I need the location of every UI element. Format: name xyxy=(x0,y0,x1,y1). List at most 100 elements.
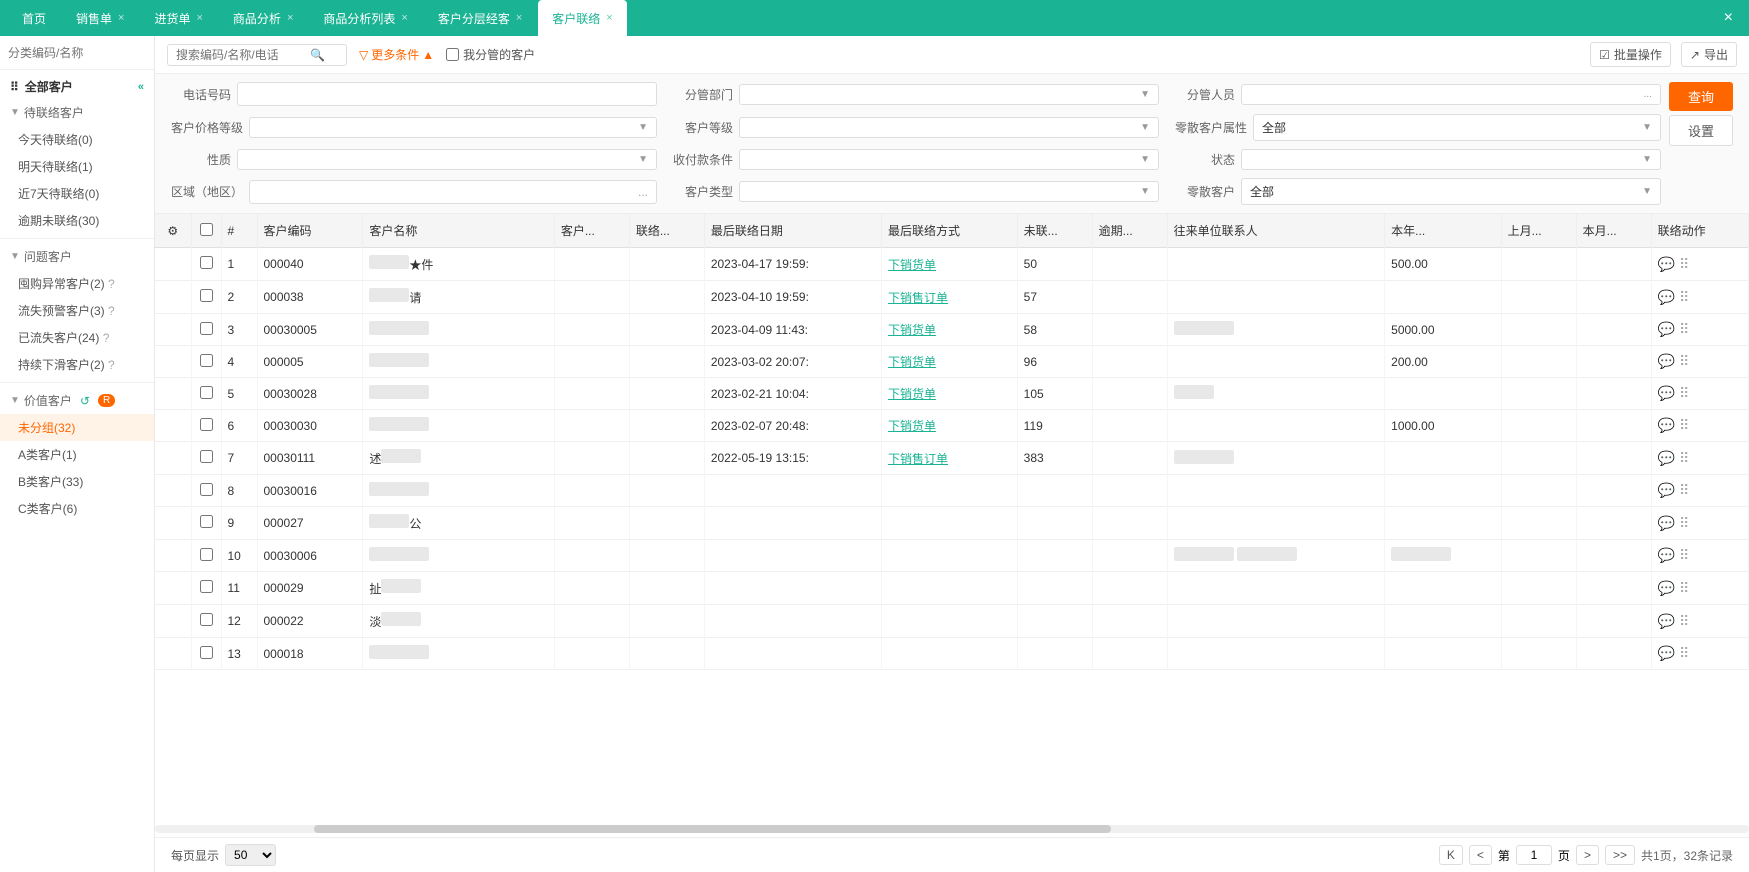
row-checkbox[interactable] xyxy=(200,450,213,463)
sidebar-item-abnormal[interactable]: 囤购异常客户(2) ? xyxy=(0,270,154,297)
next-page-button[interactable]: > xyxy=(1576,845,1599,865)
chat-icon[interactable]: 💬 xyxy=(1658,450,1675,467)
grid-action-icon[interactable]: ⠿ xyxy=(1679,353,1689,370)
reset-button[interactable]: 设置 xyxy=(1669,115,1733,146)
contact-method-link[interactable]: 下销货单 xyxy=(888,355,936,369)
payment-select[interactable]: ▼ xyxy=(739,149,1159,170)
chat-icon[interactable]: 💬 xyxy=(1658,580,1675,597)
sidebar-item-ungroup[interactable]: 未分组(32) xyxy=(0,414,154,441)
prev-page-button[interactable]: < xyxy=(1469,845,1492,865)
customer-level-select[interactable]: ▼ xyxy=(739,117,1159,138)
grid-action-icon[interactable]: ⠿ xyxy=(1679,482,1689,499)
tab-purchase-close[interactable]: × xyxy=(196,12,202,24)
region-dots[interactable]: ... xyxy=(638,185,648,199)
sidebar-item-b[interactable]: B类客户(33) xyxy=(0,468,154,495)
sidebar-item-overdue[interactable]: 逾期未联络(30) xyxy=(0,207,154,234)
chat-icon[interactable]: 💬 xyxy=(1658,353,1675,370)
pending-contact-group[interactable]: ▼ 待联络客户 xyxy=(0,99,154,126)
row-checkbox[interactable] xyxy=(200,580,213,593)
row-checkbox[interactable] xyxy=(200,418,213,431)
status-select[interactable]: ▼ xyxy=(1241,149,1661,170)
customer-type-select[interactable]: ▼ xyxy=(739,181,1159,202)
phone-input[interactable] xyxy=(237,82,657,106)
tab-analysis-list-close[interactable]: × xyxy=(401,12,407,24)
contact-method-link[interactable]: 下销售订单 xyxy=(888,291,948,305)
contact-method-link[interactable]: 下销货单 xyxy=(888,387,936,401)
value-customer-group[interactable]: ▼ 价值客户 ↺ R xyxy=(0,387,154,414)
window-close-button[interactable]: × xyxy=(1716,5,1741,31)
row-checkbox[interactable] xyxy=(200,483,213,496)
chat-icon[interactable]: 💬 xyxy=(1658,321,1675,338)
scattered-customer-select[interactable]: 全部 ▼ xyxy=(1241,178,1661,205)
tab-contact-close[interactable]: × xyxy=(606,12,612,24)
chat-icon[interactable]: 💬 xyxy=(1658,417,1675,434)
row-checkbox[interactable] xyxy=(200,322,213,335)
grid-action-icon[interactable]: ⠿ xyxy=(1679,321,1689,338)
chat-icon[interactable]: 💬 xyxy=(1658,385,1675,402)
tab-sales-close[interactable]: × xyxy=(118,12,124,24)
page-input[interactable] xyxy=(1516,845,1552,865)
problem-customer-group[interactable]: ▼ 问题客户 xyxy=(0,243,154,270)
tab-purchase[interactable]: 进货单 × xyxy=(140,0,216,36)
sidebar-item-7days[interactable]: 近7天待联络(0) xyxy=(0,180,154,207)
batch-operation-button[interactable]: ☑ 批量操作 xyxy=(1590,42,1671,67)
scattered-attr-select[interactable]: 全部 ▼ xyxy=(1253,114,1661,141)
collapse-icon[interactable]: « xyxy=(138,81,144,93)
chat-icon[interactable]: 💬 xyxy=(1658,256,1675,273)
tab-segment-close[interactable]: × xyxy=(516,12,522,24)
first-page-button[interactable]: K xyxy=(1439,845,1463,865)
all-customers-header[interactable]: ⠿ 全部客户 « xyxy=(0,70,154,99)
last-page-button[interactable]: >> xyxy=(1605,845,1635,865)
grid-action-icon[interactable]: ⠿ xyxy=(1679,450,1689,467)
row-checkbox[interactable] xyxy=(200,548,213,561)
export-button[interactable]: ↗ 导出 xyxy=(1681,42,1737,67)
sidebar-item-a[interactable]: A类客户(1) xyxy=(0,441,154,468)
row-checkbox[interactable] xyxy=(200,354,213,367)
nature-select[interactable]: ▼ xyxy=(237,149,657,170)
more-conditions-button[interactable]: ▽ 更多条件 ▲ xyxy=(359,46,434,63)
tab-analysis-list[interactable]: 商品分析列表 × xyxy=(309,0,421,36)
contact-method-link[interactable]: 下销货单 xyxy=(888,258,936,272)
filter-search-input[interactable] xyxy=(176,48,306,62)
grid-action-icon[interactable]: ⠿ xyxy=(1679,580,1689,597)
contact-method-link[interactable]: 下销货单 xyxy=(888,323,936,337)
contact-method-link[interactable]: 下销货单 xyxy=(888,419,936,433)
query-button[interactable]: 查询 xyxy=(1669,82,1733,111)
col-settings[interactable]: ⚙ xyxy=(155,214,191,248)
sidebar-item-c[interactable]: C类客户(6) xyxy=(0,495,154,522)
sidebar-item-declining[interactable]: 持续下滑客户(2) ? xyxy=(0,351,154,378)
chat-icon[interactable]: 💬 xyxy=(1658,515,1675,532)
grid-action-icon[interactable]: ⠿ xyxy=(1679,256,1689,273)
grid-action-icon[interactable]: ⠿ xyxy=(1679,547,1689,564)
tab-home[interactable]: 首页 xyxy=(8,0,60,36)
chat-icon[interactable]: 💬 xyxy=(1658,289,1675,306)
grid-action-icon[interactable]: ⠿ xyxy=(1679,289,1689,306)
person-select[interactable]: ... xyxy=(1241,84,1661,105)
row-checkbox[interactable] xyxy=(200,256,213,269)
grid-action-icon[interactable]: ⠿ xyxy=(1679,613,1689,630)
row-checkbox[interactable] xyxy=(200,613,213,626)
tab-analysis-close[interactable]: × xyxy=(287,12,293,24)
tab-customer-contact[interactable]: 客户联络 × xyxy=(538,0,626,36)
filter-search-icon[interactable]: 🔍 xyxy=(310,48,325,62)
tab-customer-segment[interactable]: 客户分层经客 × xyxy=(424,0,536,36)
grid-action-icon[interactable]: ⠿ xyxy=(1679,385,1689,402)
refresh-icon[interactable]: ↺ xyxy=(80,394,90,408)
region-select[interactable]: ... xyxy=(249,180,657,204)
scrollbar-thumb[interactable] xyxy=(314,825,1111,833)
chat-icon[interactable]: 💬 xyxy=(1658,482,1675,499)
grid-action-icon[interactable]: ⠿ xyxy=(1679,645,1689,662)
per-page-select[interactable]: 50 100 200 xyxy=(225,844,276,866)
select-all-checkbox[interactable] xyxy=(200,223,213,236)
chat-icon[interactable]: 💬 xyxy=(1658,645,1675,662)
sidebar-item-tomorrow[interactable]: 明天待联络(1) xyxy=(0,153,154,180)
row-checkbox[interactable] xyxy=(200,289,213,302)
dept-select[interactable]: ▼ xyxy=(739,84,1159,105)
price-level-select[interactable]: ▼ xyxy=(249,117,657,138)
grid-action-icon[interactable]: ⠿ xyxy=(1679,417,1689,434)
row-checkbox[interactable] xyxy=(200,646,213,659)
row-checkbox[interactable] xyxy=(200,386,213,399)
chat-icon[interactable]: 💬 xyxy=(1658,613,1675,630)
tab-sales[interactable]: 销售单 × xyxy=(62,0,138,36)
sidebar-item-warning[interactable]: 流失预警客户(3) ? xyxy=(0,297,154,324)
